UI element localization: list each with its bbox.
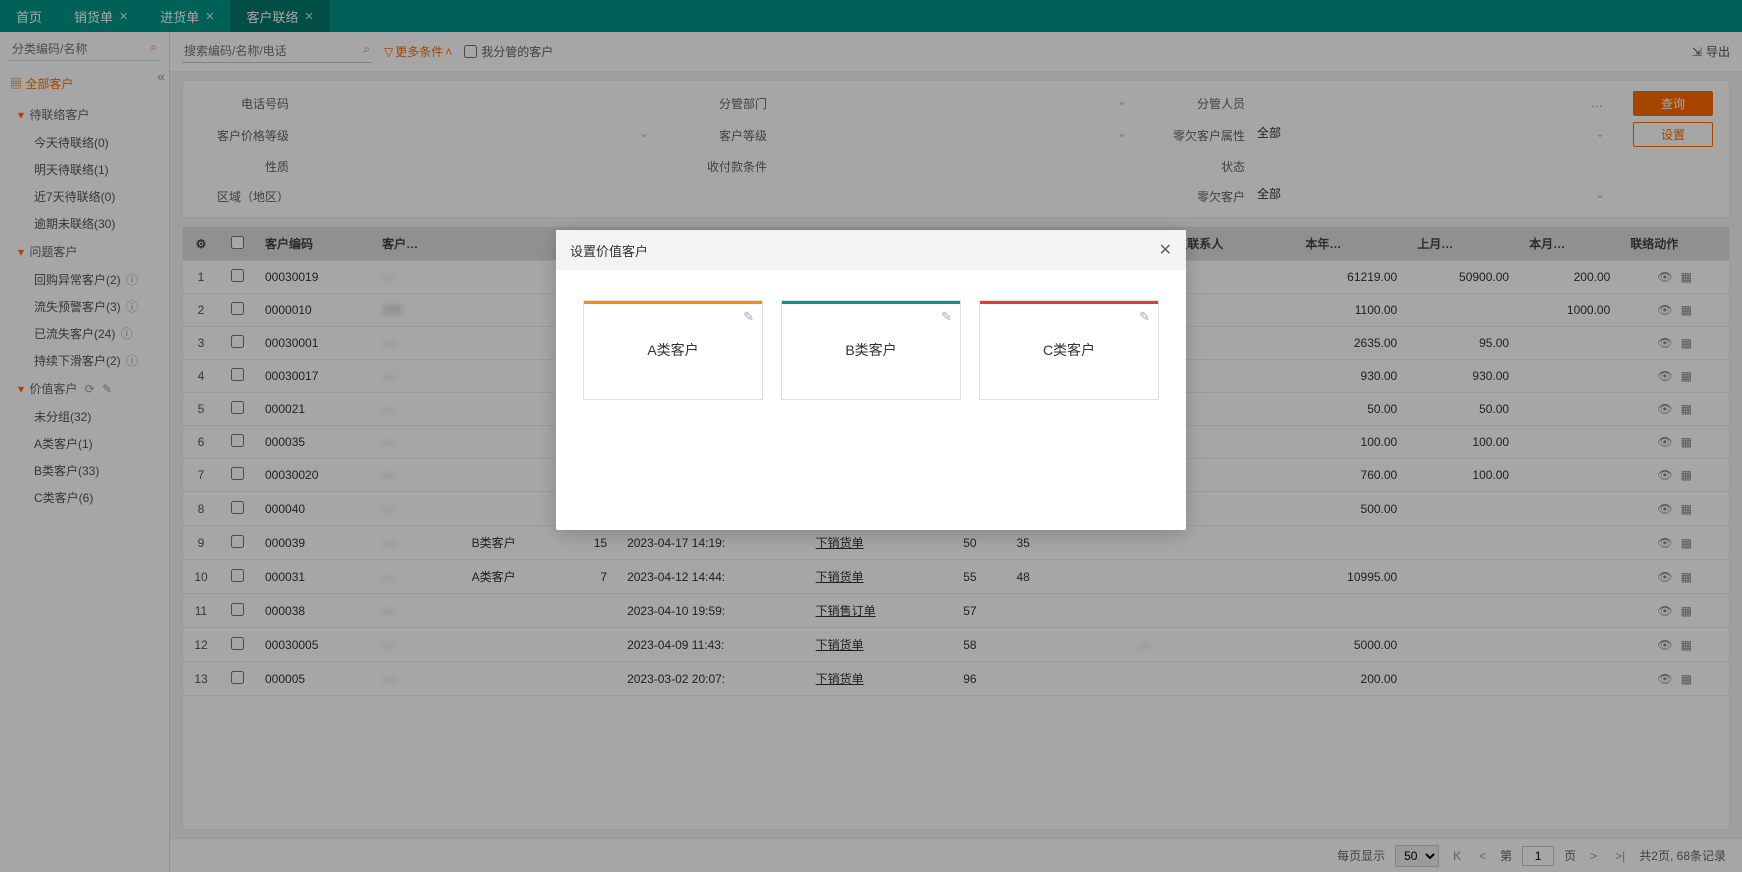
value-category-card[interactable]: ✎ A类客户 xyxy=(583,300,763,400)
card-label: C类客户 xyxy=(1043,340,1095,360)
value-category-card[interactable]: ✎ C类客户 xyxy=(979,300,1159,400)
value-customer-modal: 设置价值客户 ✕ ✎ A类客户 ✎ B类客户 ✎ C类客户 xyxy=(556,230,1186,530)
edit-icon[interactable]: ✎ xyxy=(941,309,952,325)
close-icon[interactable]: ✕ xyxy=(1159,240,1172,260)
card-label: B类客户 xyxy=(845,340,896,360)
modal-overlay[interactable]: 设置价值客户 ✕ ✎ A类客户 ✎ B类客户 ✎ C类客户 xyxy=(0,0,1742,872)
edit-icon[interactable]: ✎ xyxy=(1139,309,1150,325)
modal-title: 设置价值客户 xyxy=(570,241,648,260)
value-category-card[interactable]: ✎ B类客户 xyxy=(781,300,961,400)
card-label: A类客户 xyxy=(647,340,698,360)
edit-icon[interactable]: ✎ xyxy=(743,309,754,325)
